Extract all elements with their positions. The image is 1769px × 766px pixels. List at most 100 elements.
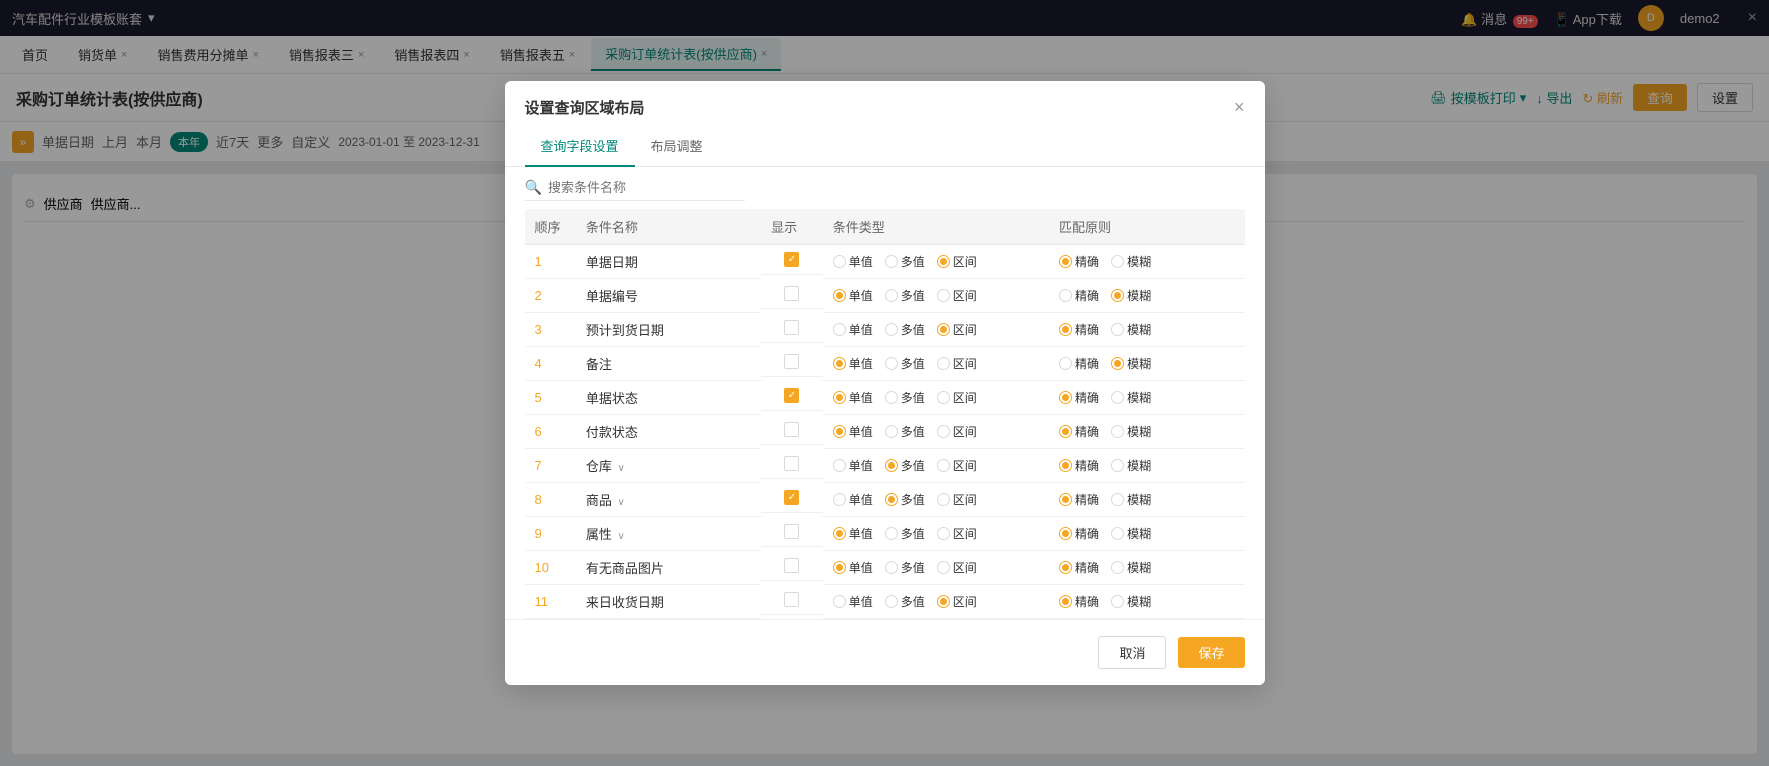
radio-circle[interactable] bbox=[885, 255, 898, 268]
type-radio-区间[interactable]: 区间 bbox=[937, 355, 977, 372]
display-checkbox[interactable] bbox=[784, 490, 799, 505]
radio-circle[interactable] bbox=[833, 595, 846, 608]
type-radio-多值[interactable]: 多值 bbox=[885, 559, 925, 576]
type-radio-区间[interactable]: 区间 bbox=[937, 389, 977, 406]
modal-overlay[interactable]: 设置查询区域布局 × 查询字段设置 布局调整 🔍 顺序 bbox=[0, 0, 1769, 766]
type-radio-多值[interactable]: 多值 bbox=[885, 287, 925, 304]
radio-circle[interactable] bbox=[1111, 255, 1124, 268]
modal-tab-layout[interactable]: 布局调整 bbox=[635, 130, 719, 167]
match-radio-精确[interactable]: 精确 bbox=[1059, 491, 1099, 508]
radio-circle[interactable] bbox=[937, 255, 950, 268]
match-radio-精确[interactable]: 精确 bbox=[1059, 423, 1099, 440]
type-radio-区间[interactable]: 区间 bbox=[937, 253, 977, 270]
radio-circle[interactable] bbox=[1059, 289, 1072, 302]
type-radio-区间[interactable]: 区间 bbox=[937, 457, 977, 474]
match-radio-模糊[interactable]: 模糊 bbox=[1111, 593, 1151, 610]
match-radio-精确[interactable]: 精确 bbox=[1059, 321, 1099, 338]
radio-circle[interactable] bbox=[833, 527, 846, 540]
type-radio-单值[interactable]: 单值 bbox=[833, 525, 873, 542]
radio-circle[interactable] bbox=[937, 493, 950, 506]
type-radio-多值[interactable]: 多值 bbox=[885, 457, 925, 474]
radio-circle[interactable] bbox=[885, 493, 898, 506]
display-checkbox[interactable] bbox=[784, 524, 799, 539]
radio-circle[interactable] bbox=[1111, 323, 1124, 336]
radio-circle[interactable] bbox=[885, 357, 898, 370]
radio-circle[interactable] bbox=[1059, 493, 1072, 506]
display-checkbox[interactable] bbox=[784, 354, 799, 369]
type-radio-单值[interactable]: 单值 bbox=[833, 321, 873, 338]
type-radio-单值[interactable]: 单值 bbox=[833, 423, 873, 440]
match-radio-模糊[interactable]: 模糊 bbox=[1111, 457, 1151, 474]
display-checkbox[interactable] bbox=[784, 320, 799, 335]
radio-circle[interactable] bbox=[1059, 527, 1072, 540]
radio-circle[interactable] bbox=[833, 255, 846, 268]
match-radio-精确[interactable]: 精确 bbox=[1059, 287, 1099, 304]
radio-circle[interactable] bbox=[937, 289, 950, 302]
type-radio-多值[interactable]: 多值 bbox=[885, 389, 925, 406]
radio-circle[interactable] bbox=[885, 323, 898, 336]
match-radio-模糊[interactable]: 模糊 bbox=[1111, 355, 1151, 372]
radio-circle[interactable] bbox=[1111, 527, 1124, 540]
match-radio-模糊[interactable]: 模糊 bbox=[1111, 423, 1151, 440]
radio-circle[interactable] bbox=[937, 595, 950, 608]
match-radio-精确[interactable]: 精确 bbox=[1059, 355, 1099, 372]
type-radio-多值[interactable]: 多值 bbox=[885, 321, 925, 338]
type-radio-区间[interactable]: 区间 bbox=[937, 559, 977, 576]
dropdown-arrow[interactable]: ∨ bbox=[618, 463, 625, 474]
radio-circle[interactable] bbox=[1059, 391, 1072, 404]
match-radio-模糊[interactable]: 模糊 bbox=[1111, 389, 1151, 406]
radio-circle[interactable] bbox=[885, 527, 898, 540]
match-radio-模糊[interactable]: 模糊 bbox=[1111, 491, 1151, 508]
match-radio-模糊[interactable]: 模糊 bbox=[1111, 253, 1151, 270]
match-radio-精确[interactable]: 精确 bbox=[1059, 593, 1099, 610]
type-radio-区间[interactable]: 区间 bbox=[937, 491, 977, 508]
radio-circle[interactable] bbox=[833, 425, 846, 438]
type-radio-单值[interactable]: 单值 bbox=[833, 253, 873, 270]
modal-tab-query-fields[interactable]: 查询字段设置 bbox=[525, 130, 635, 167]
radio-circle[interactable] bbox=[1111, 595, 1124, 608]
type-radio-多值[interactable]: 多值 bbox=[885, 355, 925, 372]
display-checkbox[interactable] bbox=[784, 456, 799, 471]
modal-close-button[interactable]: × bbox=[1234, 97, 1245, 118]
radio-circle[interactable] bbox=[1111, 391, 1124, 404]
match-radio-模糊[interactable]: 模糊 bbox=[1111, 321, 1151, 338]
radio-circle[interactable] bbox=[833, 561, 846, 574]
display-checkbox[interactable] bbox=[784, 558, 799, 573]
radio-circle[interactable] bbox=[885, 459, 898, 472]
match-radio-精确[interactable]: 精确 bbox=[1059, 253, 1099, 270]
type-radio-多值[interactable]: 多值 bbox=[885, 423, 925, 440]
type-radio-区间[interactable]: 区间 bbox=[937, 287, 977, 304]
radio-circle[interactable] bbox=[1111, 561, 1124, 574]
type-radio-多值[interactable]: 多值 bbox=[885, 253, 925, 270]
type-radio-多值[interactable]: 多值 bbox=[885, 491, 925, 508]
display-checkbox[interactable] bbox=[784, 388, 799, 403]
type-radio-区间[interactable]: 区间 bbox=[937, 321, 977, 338]
type-radio-单值[interactable]: 单值 bbox=[833, 457, 873, 474]
display-checkbox[interactable] bbox=[784, 592, 799, 607]
display-checkbox[interactable] bbox=[784, 252, 799, 267]
type-radio-多值[interactable]: 多值 bbox=[885, 593, 925, 610]
radio-circle[interactable] bbox=[885, 391, 898, 404]
type-radio-区间[interactable]: 区间 bbox=[937, 525, 977, 542]
radio-circle[interactable] bbox=[1059, 595, 1072, 608]
radio-circle[interactable] bbox=[1059, 357, 1072, 370]
dropdown-arrow[interactable]: ∨ bbox=[618, 531, 625, 542]
radio-circle[interactable] bbox=[1111, 357, 1124, 370]
type-radio-多值[interactable]: 多值 bbox=[885, 525, 925, 542]
radio-circle[interactable] bbox=[885, 289, 898, 302]
dropdown-arrow[interactable]: ∨ bbox=[618, 497, 625, 508]
match-radio-模糊[interactable]: 模糊 bbox=[1111, 559, 1151, 576]
radio-circle[interactable] bbox=[833, 459, 846, 472]
radio-circle[interactable] bbox=[1059, 323, 1072, 336]
radio-circle[interactable] bbox=[1111, 425, 1124, 438]
radio-circle[interactable] bbox=[1059, 561, 1072, 574]
type-radio-区间[interactable]: 区间 bbox=[937, 423, 977, 440]
radio-circle[interactable] bbox=[1111, 459, 1124, 472]
radio-circle[interactable] bbox=[885, 595, 898, 608]
match-radio-精确[interactable]: 精确 bbox=[1059, 559, 1099, 576]
save-button[interactable]: 保存 bbox=[1178, 637, 1244, 668]
search-input[interactable] bbox=[548, 180, 728, 195]
radio-circle[interactable] bbox=[833, 391, 846, 404]
type-radio-单值[interactable]: 单值 bbox=[833, 491, 873, 508]
radio-circle[interactable] bbox=[1111, 289, 1124, 302]
